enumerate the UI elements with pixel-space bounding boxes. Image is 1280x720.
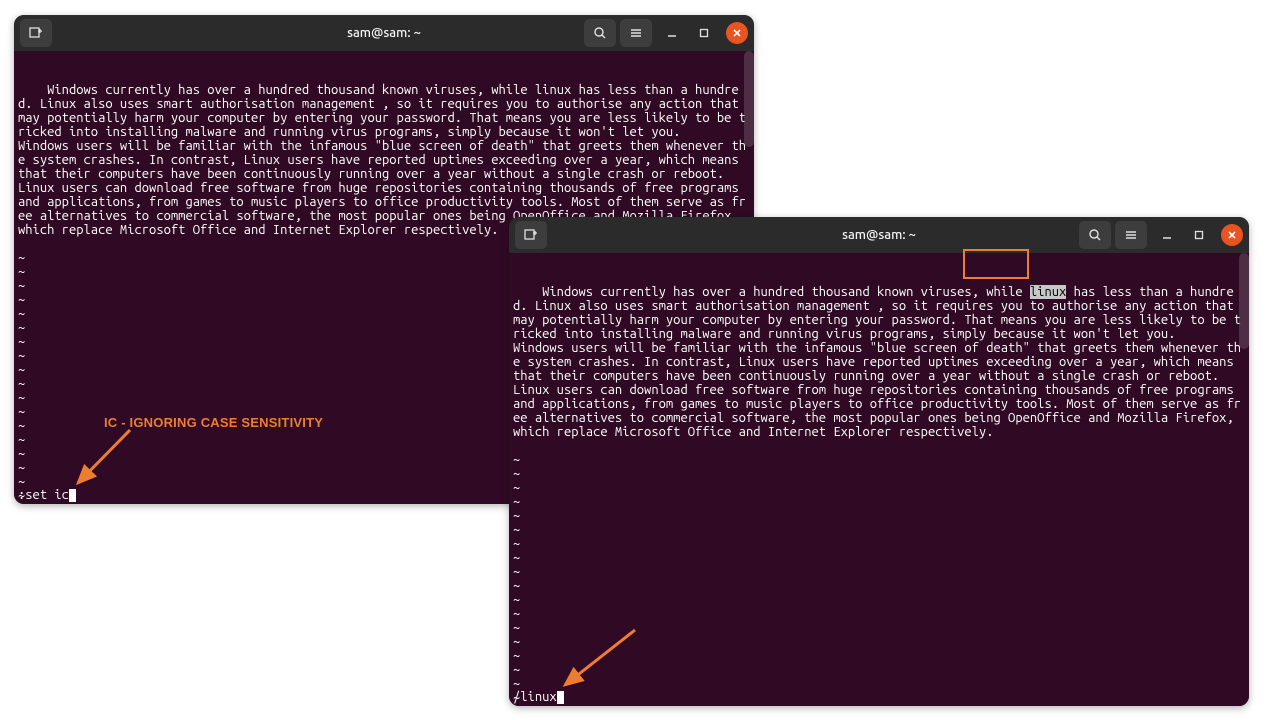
annotation-label: IC - IGNORING CASE SENSITIVITY — [104, 415, 323, 430]
command-text: :set ic — [18, 488, 69, 502]
command-text: /linux — [513, 690, 557, 704]
minimize-button[interactable] — [660, 21, 684, 45]
cursor — [557, 691, 564, 704]
scrollbar-thumb[interactable] — [1239, 253, 1249, 349]
command-line[interactable]: /linux — [513, 690, 564, 704]
search-highlight: linux — [1030, 285, 1066, 299]
new-tab-button[interactable] — [515, 221, 547, 249]
terminal-viewport[interactable]: Windows currently has over a hundred tho… — [509, 253, 1249, 706]
terminal-text: Windows currently has over a hundred tho… — [513, 285, 1241, 439]
terminal-text: Windows currently has over a hundred tho… — [18, 83, 746, 237]
titlebar[interactable]: sam@sam: ~ — [509, 217, 1249, 253]
menu-button[interactable] — [1115, 221, 1147, 249]
empty-lines: ~ ~ ~ ~ ~ ~ ~ ~ ~ ~ ~ ~ ~ ~ ~ ~ ~ ~ ~ — [513, 453, 1245, 706]
titlebar[interactable]: sam@sam: ~ — [14, 15, 754, 51]
terminal-window-2: sam@sam: ~ Windows currently has over a … — [509, 217, 1249, 706]
new-tab-button[interactable] — [20, 19, 52, 47]
menu-button[interactable] — [620, 19, 652, 47]
maximize-button[interactable] — [1187, 223, 1211, 247]
command-line[interactable]: :set ic — [18, 488, 76, 502]
cursor — [69, 489, 76, 502]
maximize-button[interactable] — [692, 21, 716, 45]
close-button[interactable] — [726, 22, 748, 44]
search-button[interactable] — [584, 19, 616, 47]
search-button[interactable] — [1079, 221, 1111, 249]
minimize-button[interactable] — [1155, 223, 1179, 247]
close-button[interactable] — [1221, 224, 1243, 246]
scrollbar-thumb[interactable] — [744, 51, 754, 147]
